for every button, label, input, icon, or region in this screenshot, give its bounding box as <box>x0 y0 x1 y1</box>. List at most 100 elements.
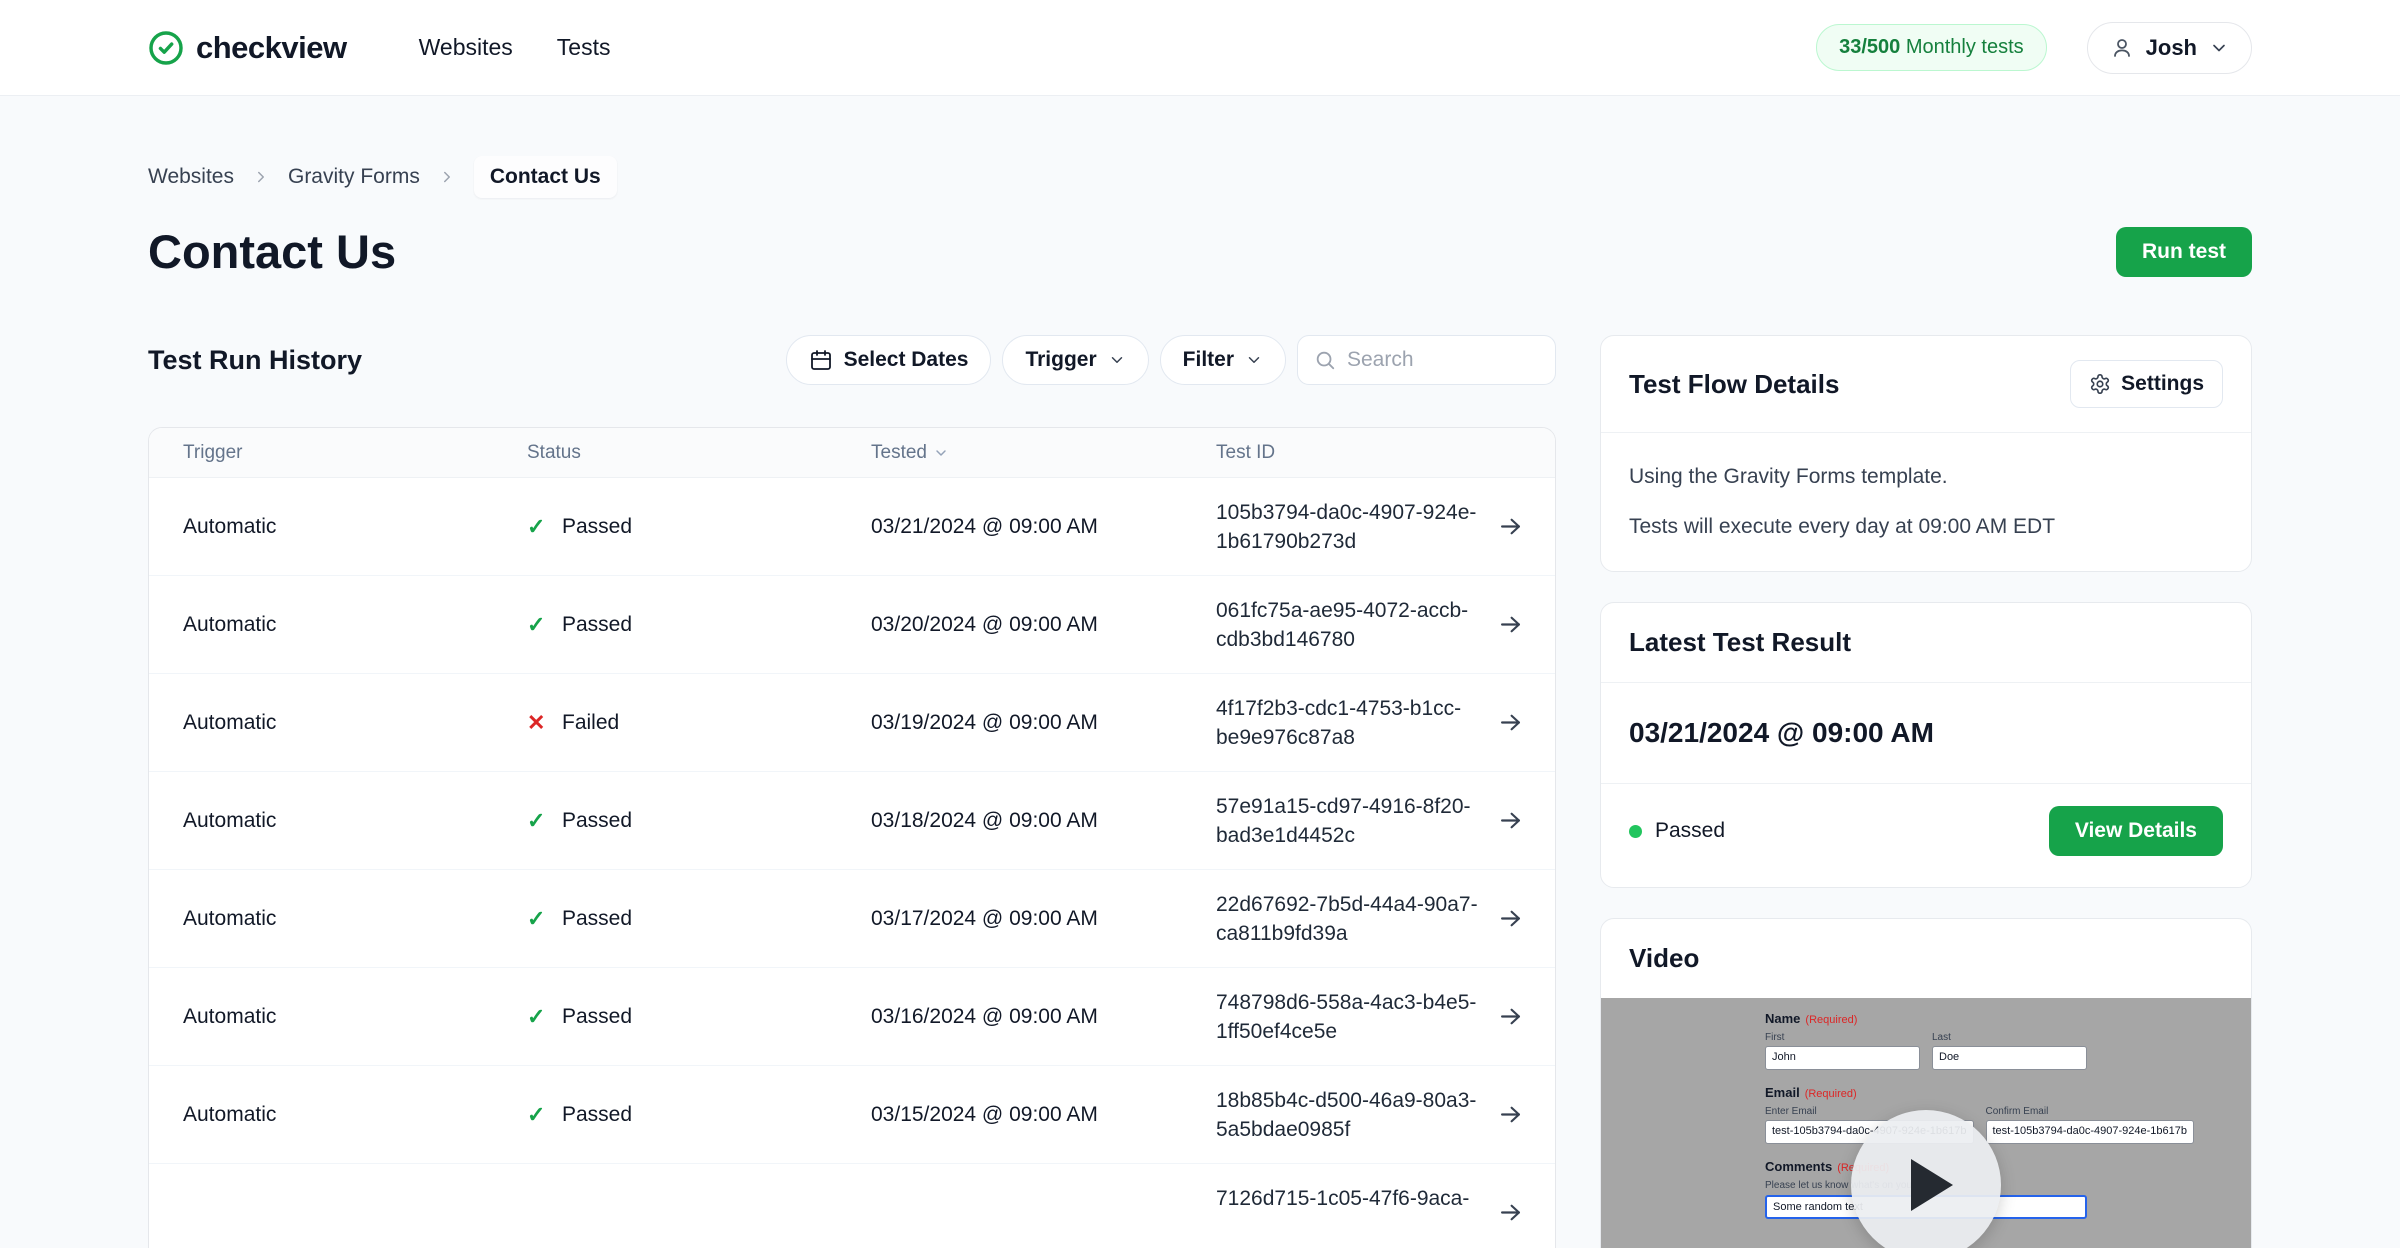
row-arrow-icon[interactable] <box>1497 1199 1533 1226</box>
row-arrow-icon[interactable] <box>1497 807 1533 834</box>
test-run-history-section: Test Run History Select Dates Trigger Fi… <box>148 335 1556 1248</box>
calendar-icon <box>809 348 833 372</box>
cell-status: ✓ Passed <box>527 514 871 540</box>
cell-trigger: Automatic <box>183 612 277 636</box>
top-navbar: checkview Websites Tests 33/500 Monthly … <box>0 0 2400 96</box>
form-confirm-email-label: Confirm Email <box>1985 1106 2049 1117</box>
page-content: Websites Gravity Forms Contact Us Contac… <box>0 156 2400 1248</box>
col-header-trigger[interactable]: Trigger <box>183 442 527 464</box>
cell-status: ✓ Passed <box>527 1004 871 1030</box>
status-label: Passed <box>562 906 633 930</box>
nav-link-tests[interactable]: Tests <box>557 34 611 61</box>
cell-trigger: Automatic <box>183 514 277 538</box>
monthly-tests-badge: 33/500 Monthly tests <box>1816 24 2047 71</box>
settings-button[interactable]: Settings <box>2070 360 2223 408</box>
row-arrow-icon[interactable] <box>1497 513 1533 540</box>
chevron-right-icon <box>438 168 456 186</box>
cell-test-id: 22d67692-7b5d-44a4-90a7-ca811b9fd39a <box>1216 892 1478 945</box>
form-email-label: Email <box>1765 1085 1800 1100</box>
check-circle-logo-icon <box>148 30 184 66</box>
col-header-tested[interactable]: Tested <box>871 442 1216 464</box>
col-header-tested-label: Tested <box>871 441 927 463</box>
cell-test-id: 748798d6-558a-4ac3-b4e5-1ff50ef4ce5e <box>1216 990 1477 1043</box>
form-last-label: Last <box>1932 1032 1951 1043</box>
cell-tested: 03/16/2024 @ 09:00 AM <box>871 1004 1098 1028</box>
cell-tested: 03/17/2024 @ 09:00 AM <box>871 906 1098 930</box>
select-dates-label: Select Dates <box>843 348 969 371</box>
video-player[interactable]: Name (Required) First John Last Doe Emai… <box>1601 998 2251 1248</box>
latest-test-result-card: Latest Test Result 03/21/2024 @ 09:00 AM… <box>1600 602 2252 888</box>
row-arrow-icon[interactable] <box>1497 611 1533 638</box>
cell-trigger: Automatic <box>183 906 277 930</box>
test-flow-details-card: Test Flow Details Settings Using the Gra… <box>1600 335 2252 572</box>
user-name: Josh <box>2145 34 2197 60</box>
latest-result-heading: Latest Test Result <box>1629 627 1852 657</box>
cell-trigger: Automatic <box>183 808 277 832</box>
cell-status: ✓ Passed <box>527 906 871 932</box>
user-menu[interactable]: Josh <box>2086 21 2252 74</box>
table-row[interactable]: Automatic ✓ Passed 03/18/2024 @ 09:00 AM… <box>149 772 1555 870</box>
title-row: Contact Us Run test <box>148 224 2252 279</box>
trigger-dropdown[interactable]: Trigger <box>1002 335 1149 385</box>
cell-test-id: 18b85b4c-d500-46a9-80a3-5a5bdae0985f <box>1216 1088 1477 1141</box>
status-check-icon: ✓ <box>527 611 546 637</box>
video-heading: Video <box>1629 943 1700 973</box>
flow-details-heading: Test Flow Details <box>1629 368 1840 399</box>
status-dot-icon <box>1629 824 1642 838</box>
row-arrow-icon[interactable] <box>1497 905 1533 932</box>
status-check-icon: ✓ <box>527 513 546 539</box>
breadcrumb-current: Contact Us <box>473 156 617 198</box>
filter-dropdown[interactable]: Filter <box>1159 335 1286 385</box>
cell-tested: 03/20/2024 @ 09:00 AM <box>871 612 1098 636</box>
table-row[interactable]: Automatic ✓ Passed 03/21/2024 @ 09:00 AM… <box>149 478 1555 576</box>
col-header-status[interactable]: Status <box>527 442 871 464</box>
form-confirm-email-input: test-105b3794-da0c-4907-924e-1b617b <box>1985 1120 2194 1144</box>
cell-tested: 03/15/2024 @ 09:00 AM <box>871 1102 1098 1126</box>
monthly-tests-count: 33/500 <box>1839 36 1901 58</box>
flow-template-text: Using the Gravity Forms template. <box>1629 465 1948 488</box>
history-controls: Select Dates Trigger Filter <box>785 335 1556 385</box>
row-arrow-icon[interactable] <box>1497 709 1533 736</box>
table-row[interactable]: 7126d715-1c05-47f6-9aca- <box>149 1164 1555 1248</box>
select-dates-button[interactable]: Select Dates <box>785 335 992 385</box>
cell-test-id: 105b3794-da0c-4907-924e-1b61790b273d <box>1216 500 1477 553</box>
logo-text: checkview <box>196 29 347 65</box>
cell-status: ✓ Passed <box>527 1102 871 1128</box>
status-label: Passed <box>562 1102 633 1126</box>
form-name-label: Name <box>1765 1011 1801 1026</box>
play-button[interactable] <box>1851 1110 2001 1248</box>
row-arrow-icon[interactable] <box>1497 1101 1533 1128</box>
cell-tested: 03/19/2024 @ 09:00 AM <box>871 710 1098 734</box>
settings-label: Settings <box>2121 372 2204 395</box>
cell-trigger: Automatic <box>183 1004 277 1028</box>
app-logo[interactable]: checkview <box>148 30 347 66</box>
status-check-icon: ✓ <box>527 1003 546 1029</box>
chevron-right-icon <box>252 168 270 186</box>
cell-test-id: 7126d715-1c05-47f6-9aca- <box>1216 1186 1470 1210</box>
latest-result-status-label: Passed <box>1655 819 1726 842</box>
table-row[interactable]: Automatic ✓ Passed 03/17/2024 @ 09:00 AM… <box>149 870 1555 968</box>
table-header-row: Trigger Status Tested Test ID <box>149 428 1555 478</box>
status-check-icon: ✓ <box>527 1101 546 1127</box>
table-row[interactable]: Automatic ✓ Passed 03/20/2024 @ 09:00 AM… <box>149 576 1555 674</box>
required-label: (Required) <box>1804 1088 1857 1100</box>
table-row[interactable]: Automatic ✕ Failed 03/19/2024 @ 09:00 AM… <box>149 674 1555 772</box>
nav-link-websites[interactable]: Websites <box>419 34 513 61</box>
form-last-input: Doe <box>1932 1046 2087 1070</box>
search-input[interactable] <box>1347 348 1539 372</box>
table-row[interactable]: Automatic ✓ Passed 03/15/2024 @ 09:00 AM… <box>149 1066 1555 1164</box>
cell-test-id: 4f17f2b3-cdc1-4753-b1cc-be9e976c87a8 <box>1216 696 1462 749</box>
search-icon <box>1314 349 1336 371</box>
filter-dropdown-label: Filter <box>1182 348 1234 371</box>
status-x-icon: ✕ <box>527 709 546 735</box>
cell-test-id: 57e91a15-cd97-4916-8f20-bad3e1d4452c <box>1216 794 1471 847</box>
row-arrow-icon[interactable] <box>1497 1003 1533 1030</box>
view-details-button[interactable]: View Details <box>2048 806 2223 856</box>
breadcrumb-gravity-forms[interactable]: Gravity Forms <box>288 165 420 189</box>
cell-trigger: Automatic <box>183 710 277 734</box>
run-test-button[interactable]: Run test <box>2116 226 2252 277</box>
table-row[interactable]: Automatic ✓ Passed 03/16/2024 @ 09:00 AM… <box>149 968 1555 1066</box>
breadcrumb-websites[interactable]: Websites <box>148 165 234 189</box>
cell-tested: 03/21/2024 @ 09:00 AM <box>871 514 1098 538</box>
monthly-tests-label: Monthly tests <box>1905 36 2024 58</box>
